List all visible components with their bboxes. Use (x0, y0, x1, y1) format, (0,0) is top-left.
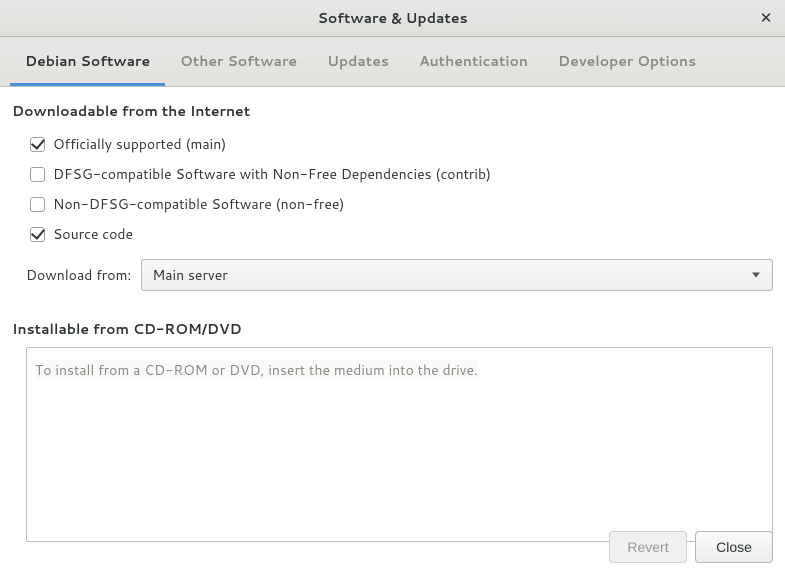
installable-section-label: Installable from CD-ROM/DVD (12, 319, 773, 339)
tab-content: Downloadable from the Internet Officiall… (0, 87, 785, 552)
close-button[interactable]: Close (695, 531, 773, 563)
installable-section: Installable from CD-ROM/DVD To install f… (12, 319, 773, 542)
tab-developer-options[interactable]: Developer Options (543, 43, 711, 86)
checkbox-row-main: Officially supported (main) (12, 129, 773, 159)
tab-debian-software[interactable]: Debian Software (10, 43, 165, 86)
close-icon[interactable]: ✕ (755, 7, 777, 29)
checkbox-main[interactable] (30, 137, 45, 152)
tab-authentication[interactable]: Authentication (404, 43, 543, 86)
checkbox-row-contrib: DFSG-compatible Software with Non-Free D… (12, 159, 773, 189)
checkbox-contrib[interactable] (30, 167, 45, 182)
checkbox-main-label[interactable]: Officially supported (main) (53, 134, 226, 154)
checkbox-nonfree-label[interactable]: Non-DFSG-compatible Software (non-free) (53, 194, 344, 214)
revert-button[interactable]: Revert (609, 531, 687, 563)
downloadable-section-label: Downloadable from the Internet (12, 101, 773, 121)
download-from-dropdown[interactable]: Main server (141, 259, 773, 291)
cd-rom-placeholder: To install from a CD-ROM or DVD, insert … (35, 360, 478, 380)
checkbox-contrib-label[interactable]: DFSG-compatible Software with Non-Free D… (53, 164, 491, 184)
checkbox-row-source: Source code (12, 219, 773, 249)
download-from-row: Download from: Main server (12, 259, 773, 291)
download-from-value: Main server (152, 265, 227, 285)
titlebar: Software & Updates ✕ (0, 0, 785, 37)
checkbox-source[interactable] (30, 227, 45, 242)
tab-other-software[interactable]: Other Software (165, 43, 312, 86)
cd-rom-list: To install from a CD-ROM or DVD, insert … (26, 347, 773, 542)
tab-updates[interactable]: Updates (312, 43, 404, 86)
button-bar: Revert Close (0, 523, 785, 571)
tab-bar: Debian Software Other Software Updates A… (0, 37, 785, 87)
checkbox-nonfree[interactable] (30, 197, 45, 212)
checkbox-source-label[interactable]: Source code (53, 224, 133, 244)
download-from-label: Download from: (26, 265, 131, 285)
window-title: Software & Updates (317, 8, 467, 28)
checkbox-row-nonfree: Non-DFSG-compatible Software (non-free) (12, 189, 773, 219)
chevron-down-icon (752, 273, 760, 278)
